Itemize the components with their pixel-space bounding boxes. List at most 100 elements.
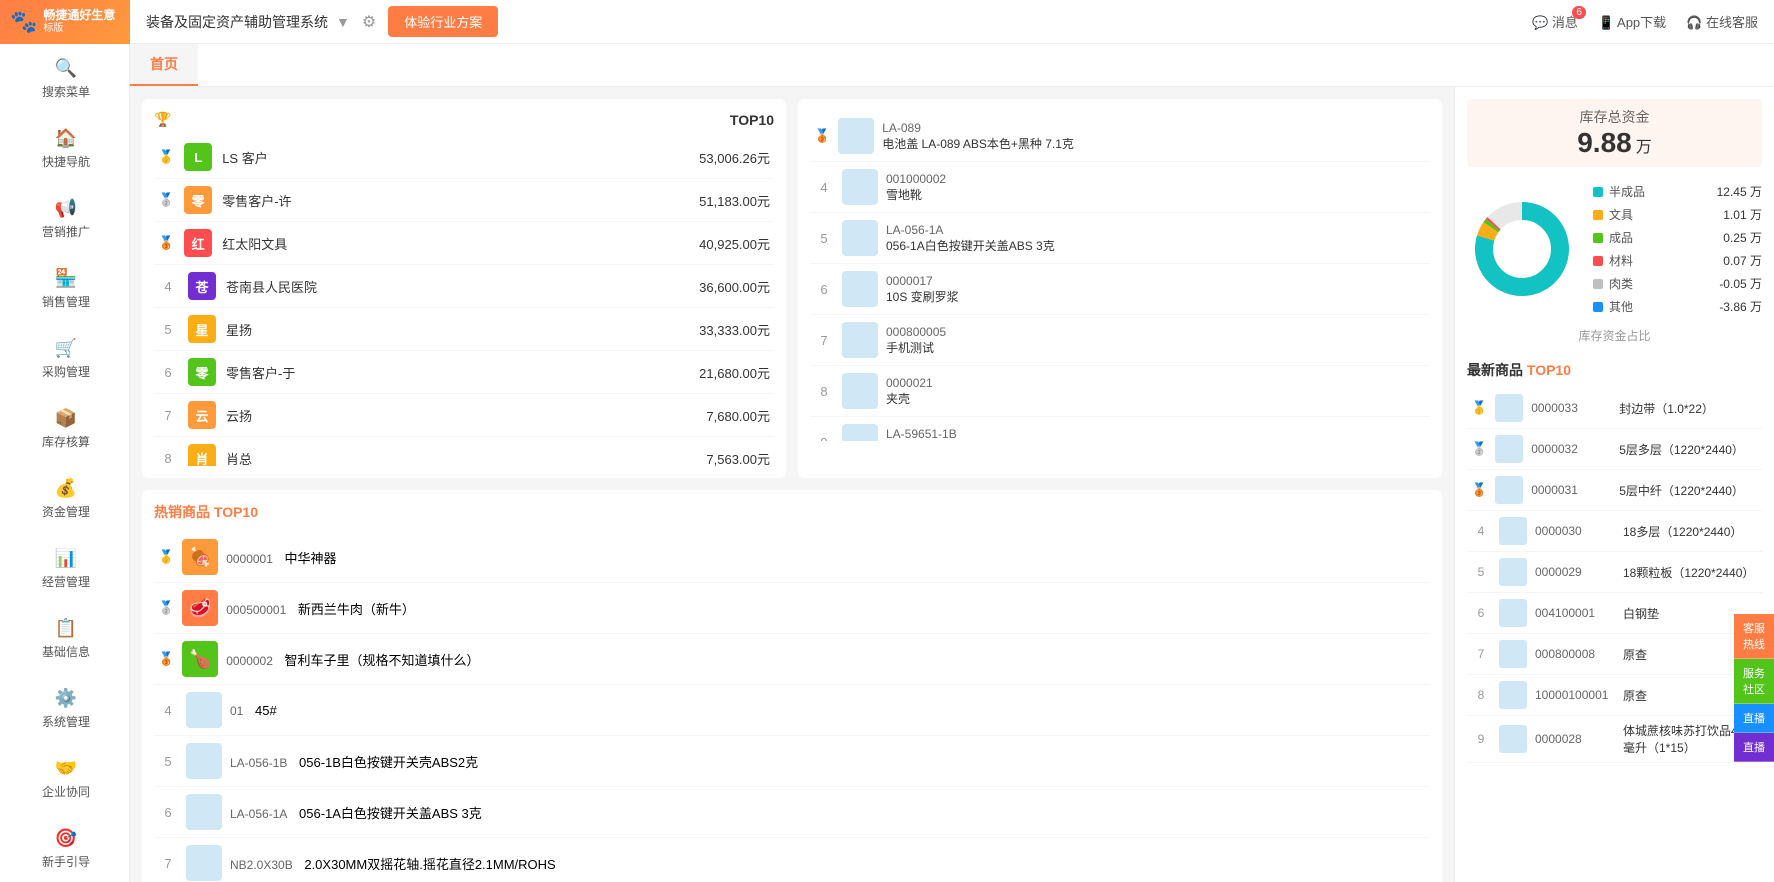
sidebar-item-inventory[interactable]: 📦 库存核算 [0, 394, 129, 464]
inventory-unit: 万 [1636, 133, 1652, 157]
newest-products-section: 最新商品 TOP10 🥇 0000033 封边带（1.0*22） 🥈 [1467, 360, 1762, 768]
sidebar-item-enterprise[interactable]: 🤝 企业协同 [0, 744, 129, 814]
viewed-code-3: LA-056-1A [886, 223, 1426, 237]
legend-dot-5 [1593, 279, 1603, 289]
hot-info-3: 0000002 智利车子里（规格不知道填什么） [226, 650, 1426, 669]
top-customers-header: 🏆 TOP10 [154, 111, 774, 128]
newest-thumb-9 [1499, 725, 1527, 753]
sidebar-item-operations[interactable]: 📊 经营管理 [0, 534, 129, 604]
viewed-info-5: 000800005 手机测试 [886, 325, 1426, 356]
hot-row-4: 4 01 45# [154, 685, 1430, 736]
app-download-label: App下载 [1617, 15, 1666, 30]
legend-val-3: 0.25 万 [1723, 229, 1762, 246]
sidebar-item-purchase[interactable]: 🛒 采购管理 [0, 324, 129, 394]
trial-button[interactable]: 体验行业方案 [388, 6, 498, 37]
shop-icon: 🏪 [55, 268, 77, 289]
customer-name-3: 红太阳文具 [222, 234, 689, 253]
chart-label: 库存资金占比 [1467, 327, 1762, 344]
sidebar-item-system[interactable]: ⚙️ 系统管理 [0, 674, 129, 744]
sidebar-item-marketing[interactable]: 📢 营销推广 [0, 184, 129, 254]
customers-title: TOP10 [730, 112, 774, 128]
sidebar-label-operations: 经营管理 [42, 573, 90, 590]
float-bar: 客服热线 服务社区 直播 直播 [1734, 614, 1774, 762]
viewed-code-6: 0000021 [886, 376, 1426, 390]
chart-icon: 📊 [55, 548, 77, 569]
hot-rank-4: 4 [158, 703, 178, 718]
hot-code-5: LA-056-1B [230, 756, 287, 770]
tab-home[interactable]: 首页 [130, 44, 198, 86]
legend-val-5: -0.05 万 [1719, 275, 1762, 292]
viewed-row-5: 7 000800005 手机测试 [810, 315, 1430, 366]
customer-row-8: 8 肖 肖总 7,563.00元 [154, 437, 774, 466]
hot-info-4: 01 45# [230, 703, 1426, 718]
viewed-row-4: 6 0000017 10S 变刷罗浆 [810, 264, 1430, 315]
settings-icon[interactable]: ⚙ [362, 12, 376, 32]
hot-code-7: NB2.0X30B [230, 858, 293, 872]
sidebar-item-guide[interactable]: 🎯 新手引导 [0, 814, 129, 882]
float-btn-service[interactable]: 客服热线 [1734, 614, 1774, 659]
hot-name-1: 中华神器 [285, 551, 337, 566]
customer-row-5: 5 星 星扬 33,333.00元 [154, 308, 774, 351]
viewed-info-3: LA-056-1A 056-1A白色按键开关盖ABS 3克 [886, 223, 1426, 254]
sidebar-label-guide: 新手引导 [42, 853, 90, 870]
sidebar-label-sales: 销售管理 [42, 293, 90, 310]
float-btn-live[interactable]: 直播 [1734, 704, 1774, 733]
rank-5: 5 [158, 322, 178, 337]
target-icon: 🎯 [55, 828, 77, 849]
float-btn-community[interactable]: 服务社区 [1734, 659, 1774, 704]
hot-thumb-6 [186, 794, 222, 830]
customer-row-6: 6 零 零售客户-于 21,680.00元 [154, 351, 774, 394]
viewed-products-card: 🥉 LA-089 电池盖 LA-089 ABS本色+黑种 7.1克 [798, 99, 1442, 478]
customer-amount-6: 21,680.00元 [699, 363, 770, 382]
customer-amount-4: 36,600.00元 [699, 277, 770, 296]
hot-row-2: 🥈 🥩 000500001 新西兰牛肉（新牛） [154, 583, 1430, 634]
hot-thumb-5 [186, 743, 222, 779]
sidebar-item-sales[interactable]: 🏪 销售管理 [0, 254, 129, 324]
legend-item-1: 半成品 12.45 万 [1593, 183, 1762, 200]
sidebar-item-search[interactable]: 🔍 搜索菜单 [0, 44, 129, 114]
viewed-info-4: 0000017 10S 变刷罗浆 [886, 274, 1426, 305]
sidebar-label-quick-nav: 快捷导航 [42, 153, 90, 170]
system-title-area: 装备及固定资产辅助管理系统 ▼ ⚙ [146, 12, 376, 32]
newest-code-5: 0000029 [1535, 565, 1615, 579]
legend-name-3: 成品 [1609, 229, 1717, 246]
newest-medal-3: 🥉 [1471, 482, 1487, 498]
legend-name-1: 半成品 [1609, 183, 1711, 200]
sidebar-item-finance[interactable]: 💰 资金管理 [0, 464, 129, 534]
sidebar-item-basic-info[interactable]: 📋 基础信息 [0, 604, 129, 674]
float-btn-extra[interactable]: 直播 [1734, 733, 1774, 762]
logo-text: 畅捷通好生意 标版 [43, 8, 115, 34]
newest-rank-8: 8 [1471, 688, 1491, 702]
hot-rank-7: 7 [158, 856, 178, 871]
newest-code-2: 0000032 [1531, 442, 1611, 456]
legend-dot-6 [1593, 302, 1603, 312]
hot-rank-5: 5 [158, 754, 178, 769]
main-content: 首页 🏆 TOP10 🥇 [130, 44, 1774, 882]
app-download-item[interactable]: 📱 App下载 [1598, 12, 1666, 31]
newest-row-10: 10 003800001 22g鱼豆腐-烧烤味（1*12*20） [1467, 763, 1762, 768]
viewed-name-6: 夹壳 [886, 390, 1426, 407]
customer-name-6: 零售客户-于 [226, 363, 689, 382]
hot-thumb-2: 🥩 [182, 590, 218, 626]
sidebar-item-quick-nav[interactable]: 🏠 快捷导航 [0, 114, 129, 184]
customer-name-4: 苍南县人民医院 [226, 277, 689, 296]
message-item[interactable]: 💬 消息 6 [1532, 12, 1578, 31]
newest-thumb-1 [1495, 394, 1523, 422]
viewed-info-6: 0000021 夹壳 [886, 376, 1426, 407]
hot-info-1: 0000001 中华神器 [226, 548, 1426, 567]
hot-thumb-1: 🍖 [182, 539, 218, 575]
online-service-item[interactable]: 🎧 在线客服 [1686, 12, 1758, 31]
hot-name-5: 056-1B白色按键开关壳ABS2克 [299, 755, 478, 770]
donut-chart [1467, 194, 1577, 304]
gear-icon: ⚙️ [55, 688, 77, 709]
customer-row-7: 7 云 云扬 7,680.00元 [154, 394, 774, 437]
avatar-2: 零 [184, 186, 212, 214]
newest-thumb-3 [1495, 476, 1523, 504]
customer-name-7: 云扬 [226, 406, 696, 425]
avatar-5: 星 [188, 315, 216, 343]
dropdown-arrow-icon[interactable]: ▼ [336, 14, 350, 30]
legend-dot-1 [1593, 187, 1603, 197]
viewed-code-2: 001000002 [886, 172, 1426, 186]
hot-info-7: NB2.0X30B 2.0X30MM双摇花轴.摇花直径2.1MM/ROHS [230, 854, 1426, 873]
viewed-rank-7: 9 [814, 435, 834, 442]
